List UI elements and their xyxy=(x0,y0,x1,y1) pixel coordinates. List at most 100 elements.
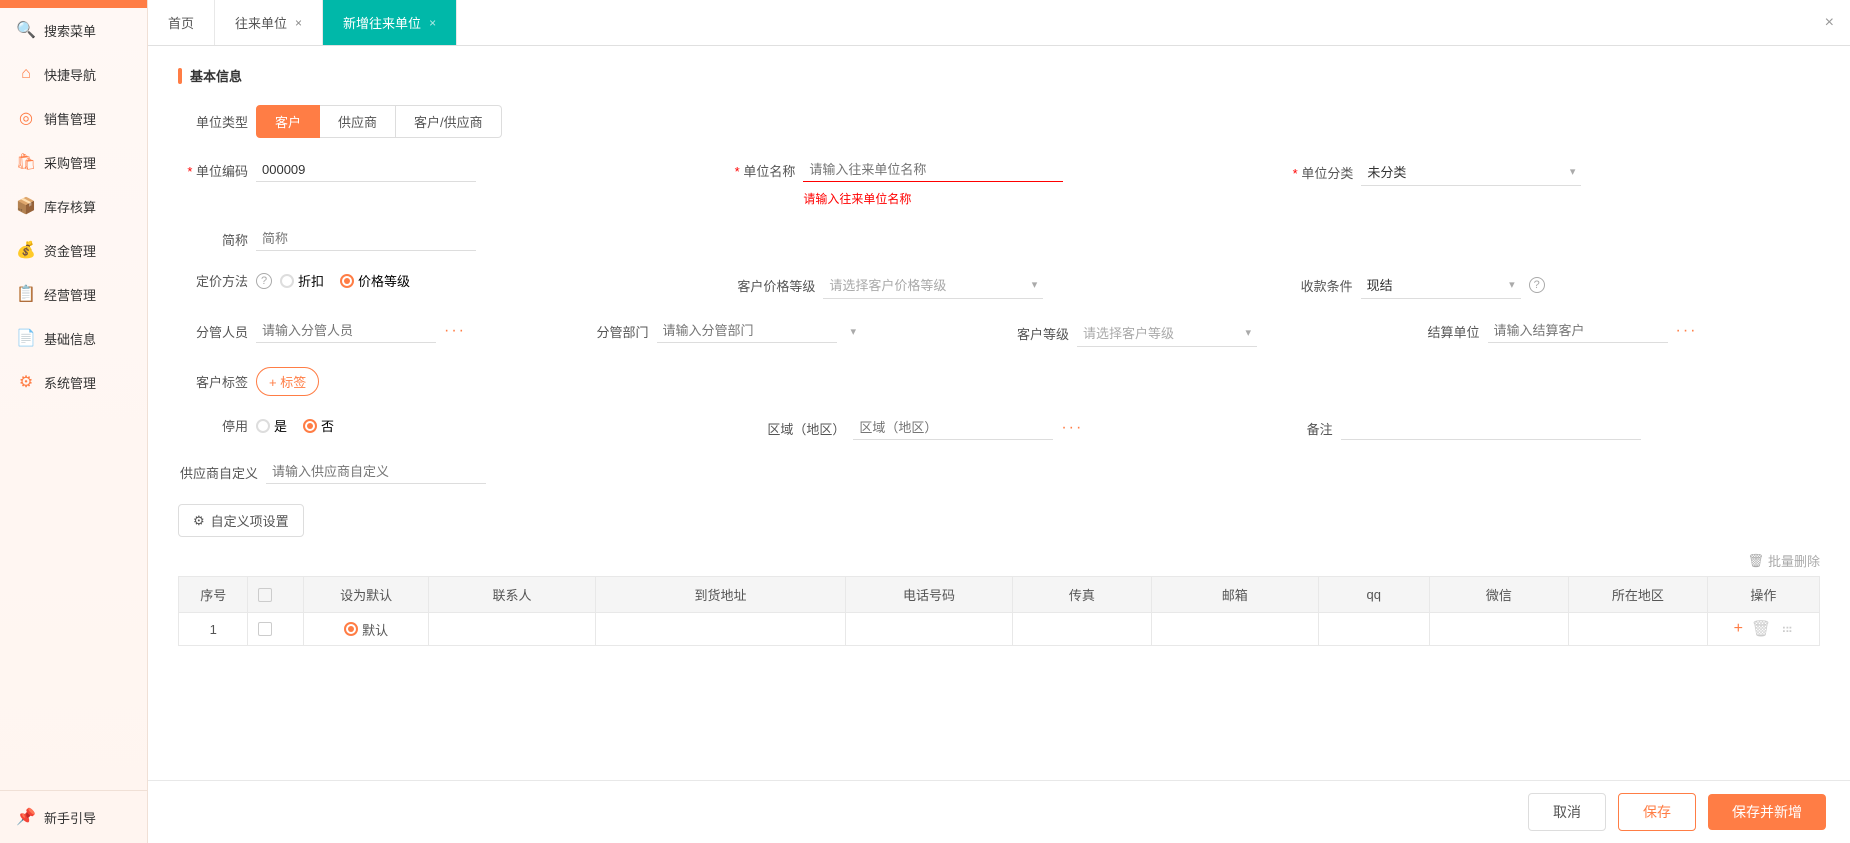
pricing-radio-discount[interactable]: 折扣 xyxy=(280,271,324,290)
sidebar-item-quick-nav-label: 快捷导航 xyxy=(44,65,96,84)
th-wechat: 微信 xyxy=(1429,577,1568,613)
row-checkbox[interactable] xyxy=(258,622,272,636)
row-drag-handle[interactable]: ⠿ xyxy=(1779,625,1793,634)
tab-new-partner-close[interactable]: × xyxy=(429,16,436,30)
form-group-customer-price: 客户价格等级 请选择客户价格等级 ▾ xyxy=(725,271,1272,299)
customer-level-select[interactable]: 请选择客户等级 ▾ xyxy=(1077,319,1257,347)
cancel-button[interactable]: 取消 xyxy=(1528,793,1606,831)
sidebar-item-purchase[interactable]: 🛍 采购管理 xyxy=(0,140,147,184)
manager-input[interactable] xyxy=(256,319,436,343)
remark-input[interactable] xyxy=(1341,416,1641,440)
tab-new-partner[interactable]: 新增往来单位 × xyxy=(323,0,457,45)
settlement-dots-btn[interactable]: ··· xyxy=(1676,322,1698,340)
sidebar-item-inventory[interactable]: 📦 库存核算 xyxy=(0,184,147,228)
row-contact xyxy=(429,613,596,646)
save-and-new-button[interactable]: 保存并新增 xyxy=(1708,794,1826,830)
customer-price-select[interactable]: 请选择客户价格等级 ▾ xyxy=(823,271,1043,299)
abbrev-input[interactable] xyxy=(256,227,476,251)
tab-partners[interactable]: 往来单位 × xyxy=(215,0,323,45)
th-actions: 操作 xyxy=(1707,577,1819,613)
form-group-unit-name: 单位名称 请输入往来单位名称 xyxy=(725,158,1272,207)
table-row: 1 默认 xyxy=(179,613,1820,646)
custom-settings-button[interactable]: ⚙ 自定义项设置 xyxy=(178,504,304,537)
supplier-custom-input[interactable] xyxy=(266,460,486,484)
finance-icon: 💰 xyxy=(16,240,36,260)
operations-icon: 📋 xyxy=(16,284,36,304)
form-group-settlement: 结算单位 ··· xyxy=(1410,319,1821,343)
pricing-radio-level[interactable]: 价格等级 xyxy=(340,271,410,290)
sidebar-item-search[interactable]: 🔍 搜索菜单 xyxy=(0,8,147,52)
sidebar-item-system[interactable]: ⚙ 系统管理 xyxy=(0,360,147,404)
manager-dots-btn[interactable]: ··· xyxy=(444,322,466,340)
save-button[interactable]: 保存 xyxy=(1618,793,1696,831)
row-delete-button[interactable]: 🗑 xyxy=(1751,619,1771,639)
system-icon: ⚙ xyxy=(16,372,36,392)
payment-value: 现结 xyxy=(1367,275,1505,294)
tab-home-label: 首页 xyxy=(168,13,194,32)
type-btn-customer[interactable]: 客户 xyxy=(256,105,320,138)
type-btn-supplier[interactable]: 供应商 xyxy=(320,105,396,138)
section-title-bar xyxy=(178,68,182,84)
settlement-input[interactable] xyxy=(1488,319,1668,343)
unit-name-label: 单位名称 xyxy=(725,161,795,180)
batch-delete-label[interactable]: 批量删除 xyxy=(1768,551,1820,570)
settlement-label: 结算单位 xyxy=(1420,322,1480,341)
form-group-unit-type: 单位类型 客户 供应商 客户/供应商 xyxy=(178,105,1820,138)
payment-select[interactable]: 现结 ▾ xyxy=(1361,271,1521,299)
region-dots-btn[interactable]: ··· xyxy=(1061,419,1083,437)
sidebar-item-inventory-label: 库存核算 xyxy=(44,197,96,216)
sidebar-item-finance-label: 资金管理 xyxy=(44,241,96,260)
department-select[interactable]: ▾ xyxy=(845,321,865,342)
region-input[interactable] xyxy=(853,416,1053,440)
sidebar-item-guide[interactable]: 📌 新手引导 xyxy=(0,799,147,835)
guide-icon: 📌 xyxy=(16,807,36,827)
purchase-icon: 🛍 xyxy=(16,152,36,172)
tab-home[interactable]: 首页 xyxy=(148,0,215,45)
payment-help-icon[interactable]: ? xyxy=(1529,277,1545,293)
row-email xyxy=(1151,613,1318,646)
sidebar-item-purchase-label: 采购管理 xyxy=(44,153,96,172)
row-default-label: 默认 xyxy=(362,620,388,639)
sidebar-item-guide-label: 新手引导 xyxy=(44,808,96,827)
header-checkbox[interactable] xyxy=(258,588,272,602)
sidebar-item-quick-nav[interactable]: ⌂ 快捷导航 xyxy=(0,52,147,96)
sales-icon: ◎ xyxy=(16,108,36,128)
th-check xyxy=(248,577,304,613)
sidebar-item-sales[interactable]: ◎ 销售管理 xyxy=(0,96,147,140)
form-group-region: 区域（地区） ··· xyxy=(725,416,1272,440)
unit-code-input[interactable] xyxy=(256,158,476,182)
payment-label: 收款条件 xyxy=(1293,276,1353,295)
search-icon: 🔍 xyxy=(16,20,36,40)
customer-price-placeholder: 请选择客户价格等级 xyxy=(829,275,1027,294)
form-row-manager: 分管人员 ··· 分管部门 ▾ 客户等级 请选择客户等级 ▾ 结算单位 xyxy=(178,319,1820,347)
department-input[interactable] xyxy=(657,319,837,343)
disabled-radio-yes[interactable]: 是 xyxy=(256,416,287,435)
row-qq xyxy=(1318,613,1429,646)
row-default-radio[interactable] xyxy=(344,622,358,636)
yes-label: 是 xyxy=(274,416,287,435)
tab-partners-close[interactable]: × xyxy=(295,16,302,30)
yes-radio-circle xyxy=(256,419,270,433)
unit-category-select[interactable]: 未分类 ▾ xyxy=(1361,158,1581,186)
sidebar-item-finance[interactable]: 💰 资金管理 xyxy=(0,228,147,272)
close-all-button[interactable]: × xyxy=(1809,14,1850,32)
tags-label: 客户标签 xyxy=(178,372,248,391)
customer-level-placeholder: 请选择客户等级 xyxy=(1083,323,1241,342)
row-add-button[interactable]: + xyxy=(1734,620,1743,638)
chevron-down-icon5: ▾ xyxy=(1245,326,1251,339)
sidebar-item-basic-info[interactable]: 📄 基础信息 xyxy=(0,316,147,360)
add-tag-button[interactable]: + 标签 xyxy=(256,367,319,396)
th-qq: qq xyxy=(1318,577,1429,613)
pricing-help-icon[interactable]: ? xyxy=(256,273,272,289)
form-row-tags: 客户标签 + 标签 xyxy=(178,367,1820,396)
disabled-radio-no[interactable]: 否 xyxy=(303,416,334,435)
form-group-supplier-custom: 供应商自定义 xyxy=(178,460,1820,484)
inventory-icon: 📦 xyxy=(16,196,36,216)
delete-icon: 🗑 xyxy=(1747,553,1764,569)
pricing-label: 定价方法 xyxy=(178,271,248,290)
unit-name-input[interactable] xyxy=(803,158,1063,182)
type-btn-both[interactable]: 客户/供应商 xyxy=(396,105,502,138)
disabled-label: 停用 xyxy=(178,416,248,435)
sidebar-item-system-label: 系统管理 xyxy=(44,373,96,392)
sidebar-item-operations[interactable]: 📋 经营管理 xyxy=(0,272,147,316)
